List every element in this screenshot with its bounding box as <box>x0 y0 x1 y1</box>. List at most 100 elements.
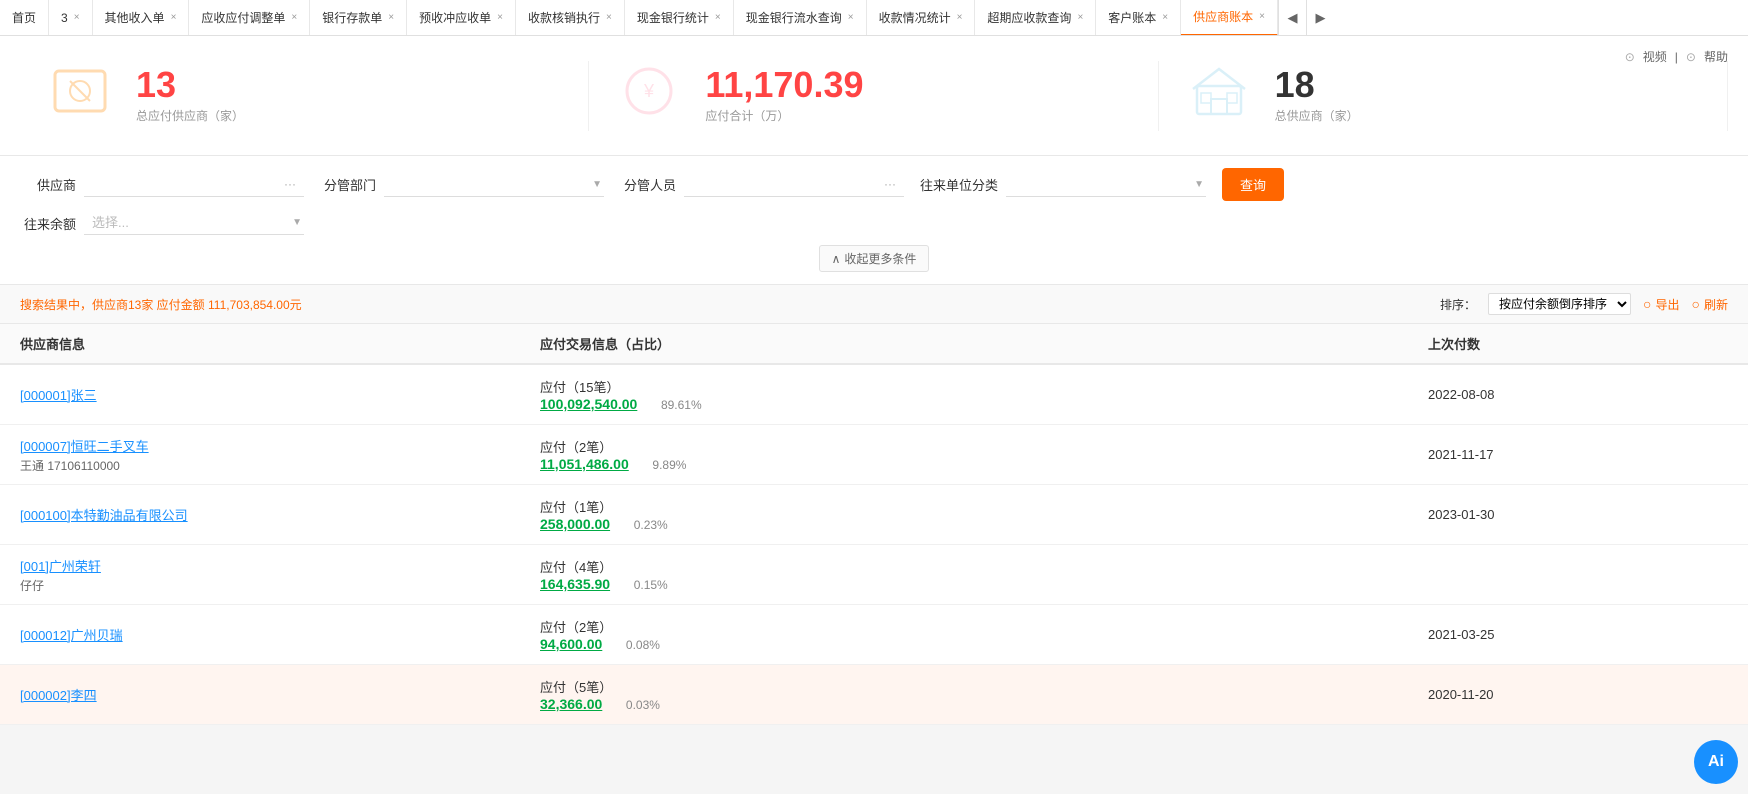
supplier-link[interactable]: [000002]李四 <box>20 685 540 704</box>
nav-tab-customer-book[interactable]: 客户账本 × <box>1096 0 1181 36</box>
balance-filter-input[interactable] <box>84 211 284 234</box>
nav-tab-cash-bank-query[interactable]: 现金银行流水查询 × <box>734 0 867 36</box>
export-button[interactable]: ○ 导出 <box>1643 296 1679 313</box>
summary-card-total: 18 总供应商（家） <box>1159 61 1728 131</box>
table-row: [000012]广州贝瑞 应付（2笔） 94,600.00 0.08% 2021… <box>0 605 1748 665</box>
nav-tab-payment-verify-label: 收款核销执行 <box>528 9 600 26</box>
refresh-icon: ○ <box>1692 296 1700 312</box>
close-tab-adjustment-icon[interactable]: × <box>291 12 297 23</box>
category-filter-input[interactable] <box>1006 173 1186 196</box>
result-bar: 搜索结果中，供应商13家 应付金额 111,703,854.00元 排序： 按应… <box>0 285 1748 324</box>
filter-item-dept: 分管部门 ▼ <box>320 173 604 197</box>
dept-dropdown-icon[interactable]: ▼ <box>592 179 602 190</box>
nav-tab-supplier-book[interactable]: 供应商账本 × <box>1181 0 1278 36</box>
nav-tab-bank-deposit[interactable]: 银行存款单 × <box>310 0 407 36</box>
total-supplier-label: 总供应商（家） <box>1275 107 1359 124</box>
nav-tab-payment-verify[interactable]: 收款核销执行 × <box>516 0 625 36</box>
transaction-cell: 应付（2笔） 11,051,486.00 9.89% <box>540 437 1428 472</box>
close-tab-other-income-icon[interactable]: × <box>171 12 177 23</box>
dept-filter-label: 分管部门 <box>320 175 376 194</box>
nav-tab-other-income[interactable]: 其他收入单 × <box>93 0 190 36</box>
ai-badge[interactable]: Ai <box>1694 740 1738 784</box>
supplier-info-cell: [000007]恒旺二手叉车 王通 17106110000 <box>20 436 540 474</box>
close-tab-payment-verify-icon[interactable]: × <box>606 12 612 23</box>
close-tab-supplier-book-icon[interactable]: × <box>1259 11 1265 22</box>
table-row: [000001]张三 应付（15笔） 100,092,540.00 89.61%… <box>0 365 1748 425</box>
supplier-info-cell: [001]广州荣轩 仔仔 <box>20 556 540 594</box>
export-icon: ○ <box>1643 296 1651 312</box>
transaction-cell: 应付（5笔） 32,366.00 0.03% <box>540 677 1428 712</box>
payable-count: 应付（1笔） <box>540 497 1428 516</box>
supplier-filter-label: 供应商 <box>20 175 76 194</box>
last-pay-date: 2021-11-17 <box>1428 447 1728 462</box>
payable-percent: 9.89% <box>652 458 686 472</box>
supplier-link[interactable]: [000001]张三 <box>20 385 540 404</box>
dept-filter-input[interactable] <box>384 173 584 196</box>
video-link[interactable]: 视频 <box>1643 48 1667 65</box>
nav-tab-other-income-label: 其他收入单 <box>105 9 165 26</box>
top-navigation: 首页 3 × 其他收入单 × 应收应付调整单 × 银行存款单 × 预收冲应收单 … <box>0 0 1748 36</box>
close-tab-cash-bank-query-icon[interactable]: × <box>848 12 854 23</box>
nav-arrow-right[interactable]: ▶ <box>1306 0 1334 36</box>
close-tab-cash-bank-stat-icon[interactable]: × <box>715 12 721 23</box>
header-transaction: 应付交易信息（占比） <box>540 334 1428 353</box>
payable-count: 应付（4笔） <box>540 557 1428 576</box>
supplier-filter-input[interactable] <box>84 173 284 196</box>
query-button[interactable]: 查询 <box>1222 168 1284 201</box>
supplier-link[interactable]: [001]广州荣轩 <box>20 556 540 575</box>
balance-filter-label: 往来余额 <box>20 214 76 233</box>
supplier-ellipsis-icon[interactable]: ··· <box>284 177 296 191</box>
person-ellipsis-icon[interactable]: ··· <box>884 177 896 191</box>
collapse-button[interactable]: ∧ 收起更多条件 <box>819 245 930 272</box>
summary-card-suppliers: 13 总应付供应商（家） <box>20 61 589 131</box>
last-pay-date: 2022-08-08 <box>1428 387 1728 402</box>
table-row: [001]广州荣轩 仔仔 应付（4笔） 164,635.90 0.15% <box>0 545 1748 605</box>
payable-amount[interactable]: 258,000.00 <box>540 516 610 532</box>
nav-tab-customer-book-label: 客户账本 <box>1108 9 1156 26</box>
payable-amount[interactable]: 32,366.00 <box>540 696 602 712</box>
help-link[interactable]: 帮助 <box>1704 48 1728 65</box>
result-actions: 排序： 按应付余额倒序排序 ○ 导出 ○ 刷新 <box>1440 293 1728 315</box>
nav-tab-overdue-query[interactable]: 超期应收款查询 × <box>975 0 1096 36</box>
nav-tab-cash-bank-stat[interactable]: 现金银行统计 × <box>625 0 734 36</box>
payable-amount[interactable]: 94,600.00 <box>540 636 602 652</box>
last-pay-date: 2021-03-25 <box>1428 627 1728 642</box>
supplier-payable-count: 13 <box>136 67 244 103</box>
nav-arrow-left[interactable]: ◀ <box>1278 0 1306 36</box>
sort-select[interactable]: 按应付余额倒序排序 <box>1488 293 1631 315</box>
person-filter-input[interactable] <box>684 173 884 196</box>
nav-tab-home[interactable]: 首页 <box>0 0 49 36</box>
refresh-button[interactable]: ○ 刷新 <box>1692 296 1728 313</box>
payable-percent: 89.61% <box>661 398 702 412</box>
amount-icon: ¥ <box>619 61 689 131</box>
close-tab-receive-stat-icon[interactable]: × <box>957 12 963 23</box>
payable-count: 应付（15笔） <box>540 377 1428 396</box>
nav-tab-adjustment-label: 应收应付调整单 <box>201 9 285 26</box>
payable-amount[interactable]: 164,635.90 <box>540 576 610 592</box>
nav-tab-adjustment[interactable]: 应收应付调整单 × <box>189 0 310 36</box>
collapse-area: ∧ 收起更多条件 <box>20 245 1728 272</box>
payable-amount[interactable]: 100,092,540.00 <box>540 396 637 412</box>
nav-tab-3[interactable]: 3 × <box>49 0 93 36</box>
close-tab-advance-receive-icon[interactable]: × <box>497 12 503 23</box>
close-tab-bank-deposit-icon[interactable]: × <box>388 12 394 23</box>
close-tab-overdue-query-icon[interactable]: × <box>1077 12 1083 23</box>
balance-dropdown-icon[interactable]: ▼ <box>292 217 302 228</box>
filter-item-category: 往来单位分类 ▼ <box>920 173 1206 197</box>
filter-section: 供应商 ··· 分管部门 ▼ 分管人员 ··· 往来单位分类 <box>0 156 1748 285</box>
supplier-link[interactable]: [000100]本特勤油品有限公司 <box>20 505 540 524</box>
supplier-link[interactable]: [000007]恒旺二手叉车 <box>20 436 540 455</box>
total-supplier-count: 18 <box>1275 67 1359 103</box>
nav-tab-overdue-query-label: 超期应收款查询 <box>987 9 1071 26</box>
nav-tab-advance-receive[interactable]: 预收冲应收单 × <box>407 0 516 36</box>
nav-tab-receive-stat[interactable]: 收款情况统计 × <box>867 0 976 36</box>
category-dropdown-icon[interactable]: ▼ <box>1194 179 1204 190</box>
close-tab-customer-book-icon[interactable]: × <box>1162 12 1168 23</box>
last-pay-date: 2020-11-20 <box>1428 687 1728 702</box>
close-tab-3-icon[interactable]: × <box>74 12 80 23</box>
payable-amount[interactable]: 11,051,486.00 <box>540 456 629 472</box>
supplier-link[interactable]: [000012]广州贝瑞 <box>20 625 540 644</box>
payable-count: 应付（2笔） <box>540 437 1428 456</box>
supplier-payable-label: 总应付供应商（家） <box>136 107 244 124</box>
payable-count: 应付（5笔） <box>540 677 1428 696</box>
